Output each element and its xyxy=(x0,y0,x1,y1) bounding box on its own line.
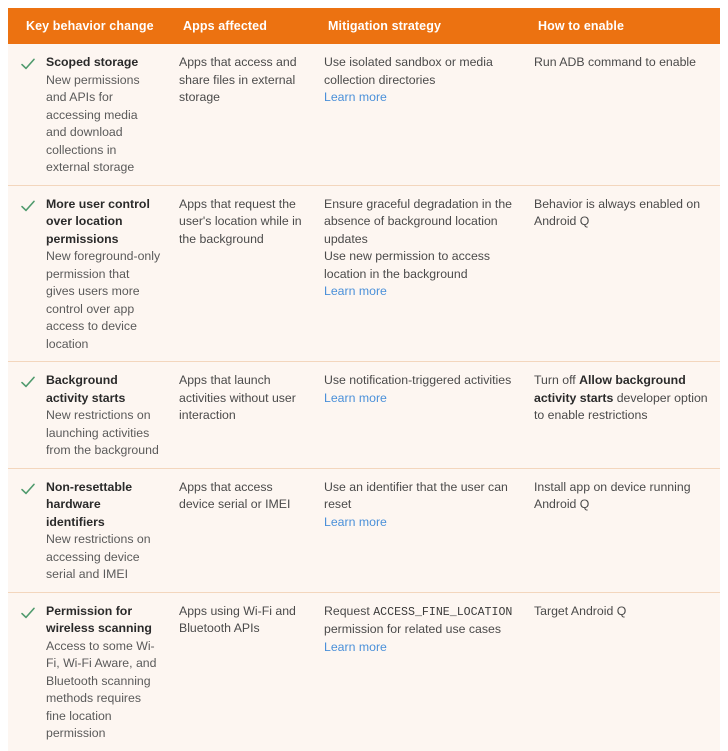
how-to-enable-text: Run ADB command to enable xyxy=(534,55,697,69)
mitigation-strategy-cell: Ensure graceful degradation in the absen… xyxy=(324,196,534,354)
mitigation-suffix: permission for related use cases xyxy=(324,622,502,636)
learn-more-link[interactable]: Learn more xyxy=(324,89,518,107)
how-to-enable-prefix: Turn off xyxy=(534,373,580,387)
status-cell xyxy=(8,196,46,354)
check-icon xyxy=(21,483,35,494)
mitigation-line: Use an identifier that the user can rese… xyxy=(324,479,508,512)
table-body: Scoped storage New permissions and APIs … xyxy=(8,44,720,751)
mitigation-prefix: Request xyxy=(324,603,374,618)
column-header-mitigation-strategy: Mitigation strategy xyxy=(328,18,442,33)
feature-description: New restrictions on launching activities… xyxy=(46,408,159,457)
mitigation-line: Use new permission to access location in… xyxy=(324,249,491,281)
table-row: Background activity starts New restricti… xyxy=(8,361,720,468)
status-cell xyxy=(8,372,46,460)
column-header-key-behavior-change: Key behavior change xyxy=(26,18,154,33)
status-cell xyxy=(8,479,46,584)
feature-description: Access to some Wi-Fi, Wi-Fi Aware, and B… xyxy=(46,638,157,741)
status-cell xyxy=(8,54,46,177)
apps-affected-cell: Apps that launch activities without user… xyxy=(179,373,296,422)
table-row: More user control over location permissi… xyxy=(8,184,720,362)
status-cell xyxy=(8,603,46,743)
learn-more-link[interactable]: Learn more xyxy=(324,514,518,532)
mitigation-line: Ensure graceful degradation in the absen… xyxy=(324,196,512,246)
mitigation-strategy-cell: Request ACCESS_FINE_LOCATION permission … xyxy=(324,603,534,743)
check-icon xyxy=(21,607,35,618)
how-to-enable-text: Behavior is always enabled on Android Q xyxy=(534,196,701,229)
mitigation-strategy-cell: Use isolated sandbox or media collection… xyxy=(324,54,534,177)
feature-title: Background activity starts xyxy=(46,373,126,405)
feature-description: New restrictions on accessing device ser… xyxy=(46,532,151,581)
how-to-enable-cell: Turn off Allow background activity start… xyxy=(534,372,720,460)
feature-title: Permission for wireless scanning xyxy=(46,603,152,636)
table-row: Non-resettable hardware identifiers New … xyxy=(8,467,720,592)
apps-affected-cell: Apps using Wi-Fi and Bluetooth APIs xyxy=(179,603,296,636)
key-behavior-change-cell: Non-resettable hardware identifiers New … xyxy=(46,479,179,584)
learn-more-link[interactable]: Learn more xyxy=(324,283,518,301)
table-header-row: Key behavior change Apps affected Mitiga… xyxy=(8,8,720,44)
check-icon xyxy=(21,200,35,211)
feature-description: New permissions and APIs for accessing m… xyxy=(46,72,140,175)
how-to-enable-cell: Install app on device running Android Q xyxy=(534,479,720,584)
table-row: Scoped storage New permissions and APIs … xyxy=(8,44,720,185)
key-behavior-change-cell: Background activity starts New restricti… xyxy=(46,372,179,460)
how-to-enable-text: Target Android Q xyxy=(534,603,627,618)
mitigation-line: Use isolated sandbox or media collection… xyxy=(324,55,493,87)
mitigation-strategy-cell: Use an identifier that the user can rese… xyxy=(324,479,534,584)
key-behavior-change-cell: Permission for wireless scanning Access … xyxy=(46,603,179,743)
mitigation-line: Use notification-triggered activities xyxy=(324,373,512,387)
check-icon xyxy=(21,58,35,70)
behavior-changes-table: Key behavior change Apps affected Mitiga… xyxy=(8,8,720,751)
how-to-enable-text: Install app on device running Android Q xyxy=(534,479,691,512)
learn-more-link[interactable]: Learn more xyxy=(324,390,518,408)
mitigation-strategy-cell: Use notification-triggered activities Le… xyxy=(324,372,534,460)
feature-title: Scoped storage xyxy=(46,55,139,69)
apps-affected-cell: Apps that request the user's location wh… xyxy=(179,196,302,246)
key-behavior-change-cell: More user control over location permissi… xyxy=(46,196,179,354)
apps-affected-cell: Apps that access and share files in exte… xyxy=(179,55,297,104)
check-icon xyxy=(21,376,35,388)
feature-title: Non-resettable hardware identifiers xyxy=(46,479,133,529)
feature-title: More user control over location permissi… xyxy=(46,196,150,246)
key-behavior-change-cell: Scoped storage New permissions and APIs … xyxy=(46,54,179,177)
how-to-enable-cell: Run ADB command to enable xyxy=(534,54,720,177)
column-header-how-to-enable: How to enable xyxy=(538,18,625,33)
feature-description: New foreground-only permission that give… xyxy=(46,249,161,351)
apps-affected-cell: Apps that access device serial or IMEI xyxy=(179,479,291,512)
table-row: Permission for wireless scanning Access … xyxy=(8,591,720,751)
how-to-enable-cell: Target Android Q xyxy=(534,603,720,743)
column-header-apps-affected: Apps affected xyxy=(183,18,267,33)
how-to-enable-cell: Behavior is always enabled on Android Q xyxy=(534,196,720,354)
learn-more-link[interactable]: Learn more xyxy=(324,639,518,657)
